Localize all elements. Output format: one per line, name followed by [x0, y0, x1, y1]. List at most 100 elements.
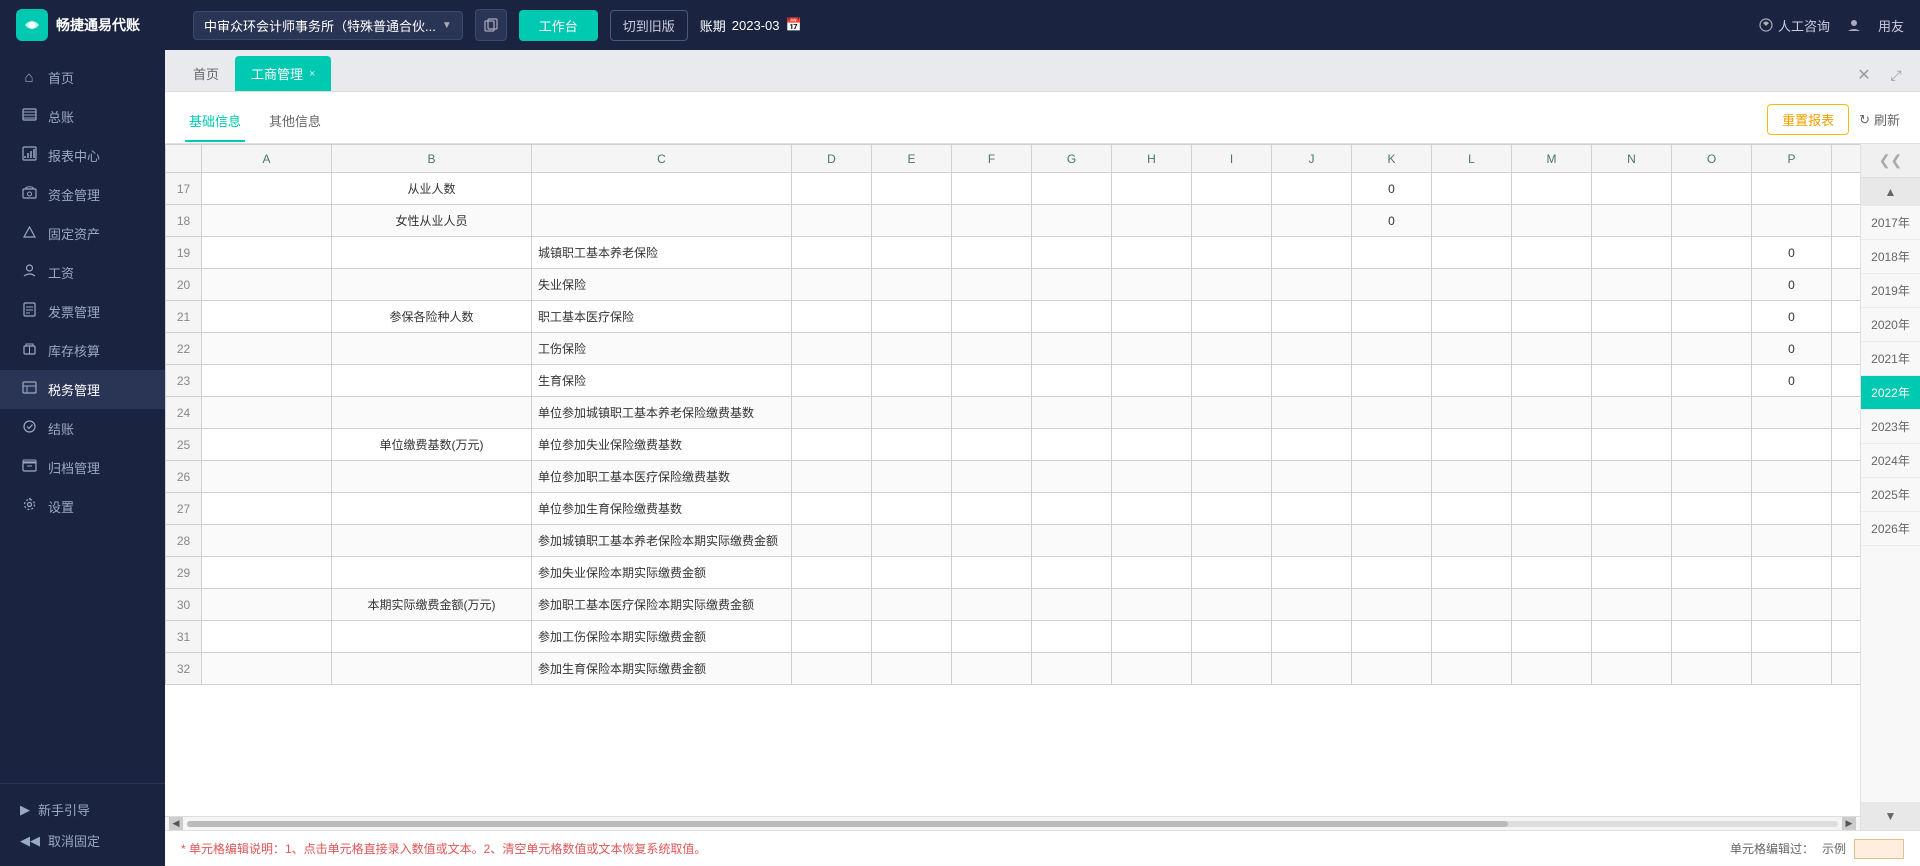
- cell-d26[interactable]: [792, 461, 872, 493]
- cell-f23[interactable]: [952, 365, 1032, 397]
- cell-g18[interactable]: [1032, 205, 1112, 237]
- sidebar-item-salary[interactable]: 工资: [0, 253, 165, 292]
- cell-p25[interactable]: [1752, 429, 1832, 461]
- company-selector[interactable]: 中审众环会计师事务所（特殊普通合伙... ▼: [193, 11, 463, 40]
- cell-o25[interactable]: [1672, 429, 1752, 461]
- year-item-2017[interactable]: 2017年: [1861, 206, 1920, 240]
- cell-a18[interactable]: [202, 205, 332, 237]
- cell-l27[interactable]: [1432, 493, 1512, 525]
- cell-d27[interactable]: [792, 493, 872, 525]
- cell-a26[interactable]: [202, 461, 332, 493]
- cell-f26[interactable]: [952, 461, 1032, 493]
- cell-g29[interactable]: [1032, 557, 1112, 589]
- cell-m24[interactable]: [1512, 397, 1592, 429]
- cell-q26[interactable]: [1832, 461, 1861, 493]
- cell-q25[interactable]: [1832, 429, 1861, 461]
- cell-m32[interactable]: [1512, 653, 1592, 685]
- expand-left-icon[interactable]: ❮❮: [1877, 150, 1904, 171]
- cell-b19[interactable]: [332, 237, 532, 269]
- cell-a23[interactable]: [202, 365, 332, 397]
- sub-tab-other-info[interactable]: 其他信息: [265, 105, 325, 142]
- cell-o23[interactable]: [1672, 365, 1752, 397]
- cell-e22[interactable]: [872, 333, 952, 365]
- cell-b25[interactable]: 单位缴费基数(万元): [332, 429, 532, 461]
- cell-j22[interactable]: [1272, 333, 1352, 365]
- cell-h26[interactable]: [1112, 461, 1192, 493]
- cell-m19[interactable]: [1512, 237, 1592, 269]
- new-user-guide-button[interactable]: ▶ 新手引导: [16, 794, 149, 825]
- cell-l31[interactable]: [1432, 621, 1512, 653]
- cell-o24[interactable]: [1672, 397, 1752, 429]
- cell-i29[interactable]: [1192, 557, 1272, 589]
- tab-close-icon[interactable]: ×: [309, 68, 315, 80]
- cell-g20[interactable]: [1032, 269, 1112, 301]
- cell-n26[interactable]: [1592, 461, 1672, 493]
- cell-g31[interactable]: [1032, 621, 1112, 653]
- cell-n21[interactable]: [1592, 301, 1672, 333]
- cell-j25[interactable]: [1272, 429, 1352, 461]
- sidebar-item-finance[interactable]: 资金管理: [0, 175, 165, 214]
- cell-l28[interactable]: [1432, 525, 1512, 557]
- year-item-2023[interactable]: 2023年: [1861, 410, 1920, 444]
- cell-i17[interactable]: [1192, 173, 1272, 205]
- cell-n29[interactable]: [1592, 557, 1672, 589]
- cell-i19[interactable]: [1192, 237, 1272, 269]
- cell-q18[interactable]: [1832, 205, 1861, 237]
- cell-a22[interactable]: [202, 333, 332, 365]
- cell-k20[interactable]: [1352, 269, 1432, 301]
- cell-f28[interactable]: [952, 525, 1032, 557]
- scroll-track[interactable]: [187, 821, 1838, 827]
- cell-j19[interactable]: [1272, 237, 1352, 269]
- cell-h20[interactable]: [1112, 269, 1192, 301]
- cell-k31[interactable]: [1352, 621, 1432, 653]
- cell-e28[interactable]: [872, 525, 952, 557]
- cell-o29[interactable]: [1672, 557, 1752, 589]
- cell-b18[interactable]: 女性从业人员: [332, 205, 532, 237]
- cell-b31[interactable]: [332, 621, 532, 653]
- cell-l26[interactable]: [1432, 461, 1512, 493]
- sidebar-item-inventory[interactable]: 库存核算: [0, 331, 165, 370]
- cell-h32[interactable]: [1112, 653, 1192, 685]
- sidebar-item-ledger[interactable]: 总账: [0, 97, 165, 136]
- cell-m29[interactable]: [1512, 557, 1592, 589]
- cell-j17[interactable]: [1272, 173, 1352, 205]
- cell-e31[interactable]: [872, 621, 952, 653]
- cell-h31[interactable]: [1112, 621, 1192, 653]
- cell-a24[interactable]: [202, 397, 332, 429]
- cell-l32[interactable]: [1432, 653, 1512, 685]
- sidebar-item-settings[interactable]: 设置: [0, 487, 165, 526]
- cell-b17[interactable]: 从业人数: [332, 173, 532, 205]
- cell-f25[interactable]: [952, 429, 1032, 461]
- cell-f18[interactable]: [952, 205, 1032, 237]
- cell-b29[interactable]: [332, 557, 532, 589]
- cell-h17[interactable]: [1112, 173, 1192, 205]
- cell-h23[interactable]: [1112, 365, 1192, 397]
- cell-q27[interactable]: [1832, 493, 1861, 525]
- cell-g19[interactable]: [1032, 237, 1112, 269]
- cell-o18[interactable]: [1672, 205, 1752, 237]
- cell-b20[interactable]: [332, 269, 532, 301]
- cell-h24[interactable]: [1112, 397, 1192, 429]
- cell-c19[interactable]: 城镇职工基本养老保险: [532, 237, 792, 269]
- cell-g24[interactable]: [1032, 397, 1112, 429]
- cell-c18[interactable]: [532, 205, 792, 237]
- cell-m25[interactable]: [1512, 429, 1592, 461]
- cell-d23[interactable]: [792, 365, 872, 397]
- cell-k17[interactable]: 0: [1352, 173, 1432, 205]
- cell-k27[interactable]: [1352, 493, 1432, 525]
- cell-k32[interactable]: [1352, 653, 1432, 685]
- cell-c25[interactable]: 单位参加失业保险缴费基数: [532, 429, 792, 461]
- cell-k25[interactable]: [1352, 429, 1432, 461]
- year-item-2018[interactable]: 2018年: [1861, 240, 1920, 274]
- cell-f17[interactable]: [952, 173, 1032, 205]
- scroll-left-button[interactable]: ◀: [169, 817, 183, 831]
- cell-j28[interactable]: [1272, 525, 1352, 557]
- cell-h21[interactable]: [1112, 301, 1192, 333]
- cell-q28[interactable]: [1832, 525, 1861, 557]
- close-window-icon[interactable]: ✕: [1852, 63, 1876, 87]
- cell-q31[interactable]: [1832, 621, 1861, 653]
- cell-l25[interactable]: [1432, 429, 1512, 461]
- tab-business[interactable]: 工商管理 ×: [235, 56, 331, 91]
- user-label[interactable]: 用友: [1878, 16, 1904, 35]
- cell-n30[interactable]: [1592, 589, 1672, 621]
